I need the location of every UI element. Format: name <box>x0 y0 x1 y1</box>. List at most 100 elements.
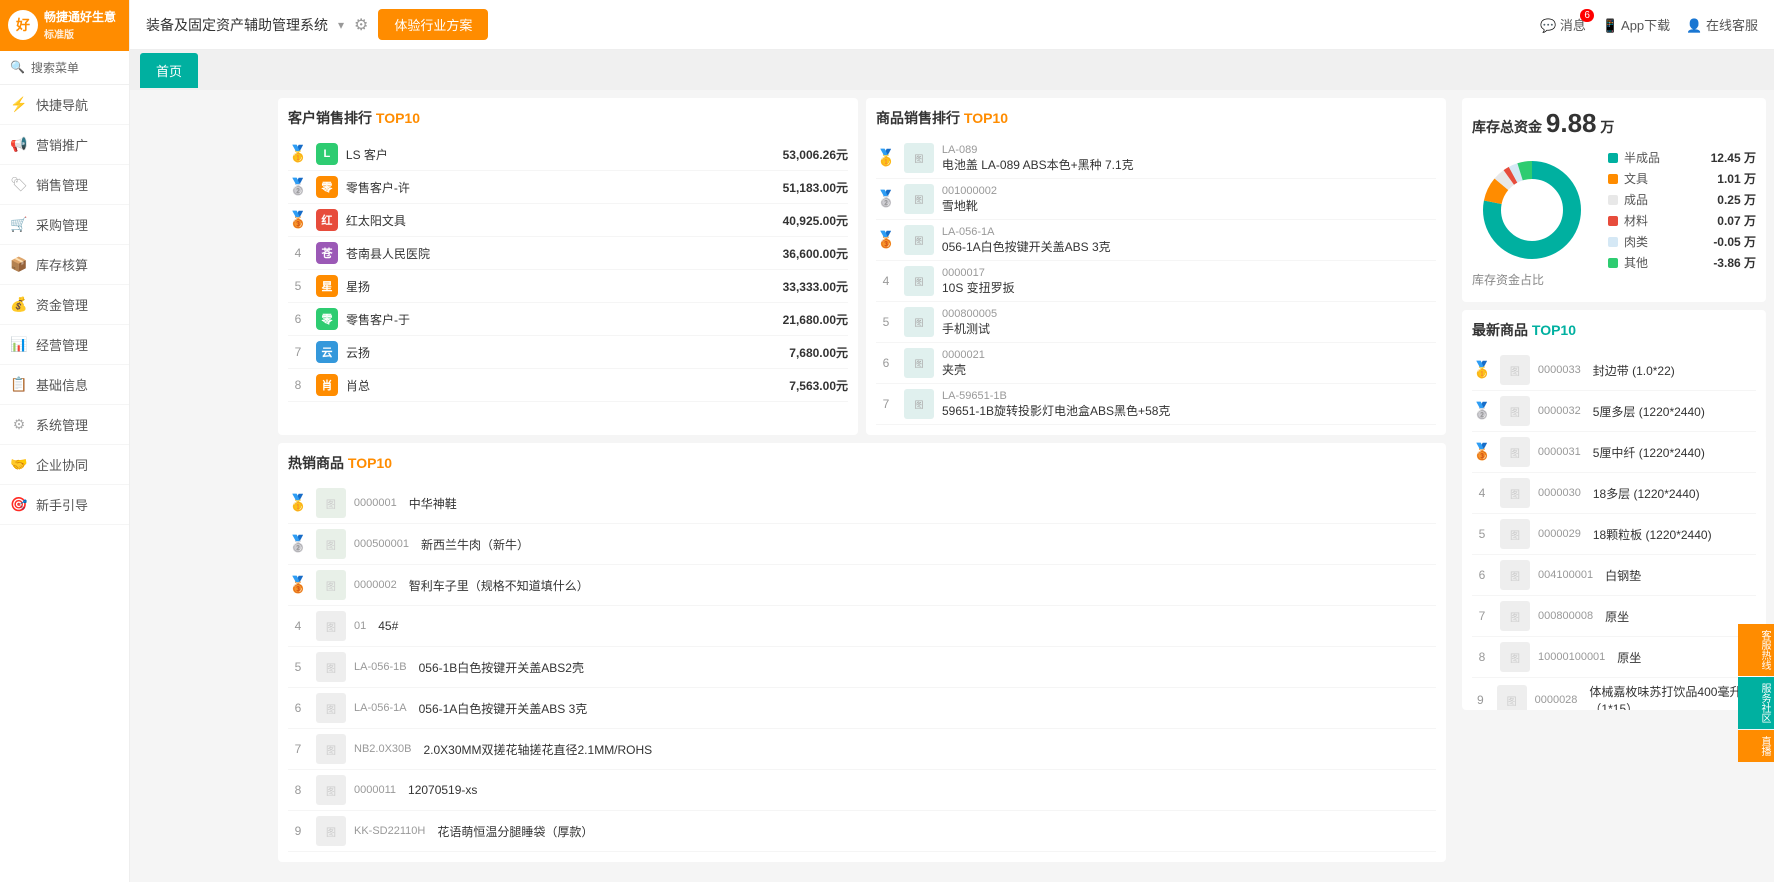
product-name: 5厘多层 (1220*2440) <box>1593 403 1705 420</box>
product-thumbnail: 图 <box>316 693 346 723</box>
customer-name: 肖总 <box>346 377 781 394</box>
sidebar-item-5[interactable]: 📦库存核算 <box>0 245 129 285</box>
trial-button[interactable]: 体验行业方案 <box>378 9 488 40</box>
message-button[interactable]: 💬 消息 6 <box>1540 15 1586 34</box>
rank-number: 5 <box>288 660 308 674</box>
app-download-button[interactable]: 📱 App下载 <box>1602 15 1670 34</box>
rank-number: 7 <box>288 742 308 756</box>
product-code: LA-056-1B <box>354 661 407 673</box>
product-name: 夹壳 <box>942 361 985 378</box>
product-info: 001000002 雪地靴 <box>942 185 997 214</box>
product-name: 白钢垫 <box>1605 567 1641 584</box>
customer-badge: 红 <box>316 209 338 231</box>
nav-label-6: 资金管理 <box>36 295 88 314</box>
product-thumbnail: 图 <box>316 652 346 682</box>
rank-number: 5 <box>1472 527 1492 541</box>
product-code: 0000033 <box>1538 364 1581 376</box>
rank-number: 6 <box>288 701 308 715</box>
sidebar-item-11[interactable]: 🎯新手引导 <box>0 485 129 525</box>
customer-badge: 零 <box>316 308 338 330</box>
rank-number: 6 <box>876 356 896 370</box>
medal-gold-icon: 🥇 <box>288 144 308 164</box>
product-name: 45# <box>378 619 398 633</box>
customer-badge: 零 <box>316 176 338 198</box>
sidebar-search[interactable]: 🔍 搜索菜单 <box>0 51 129 85</box>
nav-label-9: 系统管理 <box>36 415 88 434</box>
sidebar-item-8[interactable]: 📋基础信息 <box>0 365 129 405</box>
product-name: 体械嘉枚味苏打饮品400毫升（1*15） <box>1589 683 1756 710</box>
customer-name: 苍南县人民医院 <box>346 245 775 262</box>
nav-label-4: 采购管理 <box>36 215 88 234</box>
customer-amount: 7,563.00元 <box>789 377 848 394</box>
sidebar-item-10[interactable]: 🤝企业协同 <box>0 445 129 485</box>
nav-icon-11: 🎯 <box>10 495 28 513</box>
inventory-label: 库存资金占比 <box>1472 271 1756 288</box>
product-name: 中华神鞋 <box>409 495 457 512</box>
table-row: 7 云 云扬 7,680.00元 <box>288 336 848 369</box>
list-item: 5 图 0000029 18颗粒板 (1220*2440) <box>1472 514 1756 555</box>
legend-label: 肉类 <box>1624 233 1648 250</box>
customer-badge: 苍 <box>316 242 338 264</box>
product-name: 18颗粒板 (1220*2440) <box>1593 526 1712 543</box>
nav-label-5: 库存核算 <box>36 255 88 274</box>
tab-home[interactable]: 首页 <box>140 53 198 88</box>
legend-value: 0.07 万 <box>1717 212 1756 229</box>
product-thumbnail: 图 <box>316 816 346 846</box>
list-item: 🥇 图 0000001 中华神鞋 <box>288 483 1436 524</box>
legend-item: 文具 1.01 万 <box>1608 170 1756 187</box>
product-code: 000500001 <box>354 538 409 550</box>
legend-dot <box>1608 216 1618 226</box>
product-thumbnail: 图 <box>316 488 346 518</box>
product-name: 056-1A白色按键开关盖ABS 3克 <box>942 238 1111 255</box>
customer-name: 零售客户-许 <box>346 179 775 196</box>
dropdown-arrow[interactable]: ▾ <box>338 18 344 32</box>
list-item: 6 图 LA-056-1A 056-1A白色按键开关盖ABS 3克 <box>288 688 1436 729</box>
float-buttons: 客服热线 服务社区 直播 <box>1738 624 1774 762</box>
customer-amount: 36,600.00元 <box>783 245 848 262</box>
product-info: 0000017 10S 变扭罗扳 <box>942 267 1015 296</box>
legend-dot <box>1608 258 1618 268</box>
app-sub: 标准版 <box>44 26 116 41</box>
product-name: 056-1B白色按键开关盖ABS2壳 <box>419 659 584 676</box>
message-badge: 6 <box>1580 9 1594 22</box>
float-live-button[interactable]: 直播 <box>1738 730 1774 762</box>
sidebar-item-4[interactable]: 🛒采购管理 <box>0 205 129 245</box>
content-area: 客户销售排行 TOP10 🥇 L LS 客户 53,006.26元🥈 零 零售客… <box>130 90 1774 882</box>
online-service-button[interactable]: 👤 在线客服 <box>1686 15 1758 34</box>
sidebar-item-9[interactable]: ⚙系统管理 <box>0 405 129 445</box>
product-sales-table: 🥇 图 LA-089 电池盖 LA-089 ABS本色+黑种 7.1克 🥈 图 … <box>876 138 1436 425</box>
product-name: 原坐 <box>1617 649 1641 666</box>
sidebar-item-7[interactable]: 📊经营管理 <box>0 325 129 365</box>
product-name: 新西兰牛肉（新牛） <box>421 536 529 553</box>
customer-badge: 云 <box>316 341 338 363</box>
product-name: 电池盖 LA-089 ABS本色+黑种 7.1克 <box>942 156 1134 173</box>
product-code: LA-59651-1B <box>942 390 1170 402</box>
left-panel <box>130 90 270 882</box>
sidebar-item-2[interactable]: 📢营销推广 <box>0 125 129 165</box>
nav-label-2: 营销推广 <box>36 135 88 154</box>
medal-icon: 🥉 <box>288 575 308 595</box>
new-products-title: 最新商品 TOP10 <box>1472 320 1756 340</box>
topbar-right: 💬 消息 6 📱 App下载 👤 在线客服 <box>1540 15 1758 34</box>
product-thumbnail: 图 <box>1500 519 1530 549</box>
float-service-button[interactable]: 客服热线 <box>1738 624 1774 676</box>
product-thumbnail: 图 <box>1497 685 1527 710</box>
settings-icon[interactable]: ⚙ <box>354 15 368 35</box>
sidebar-item-1[interactable]: ⚡快捷导航 <box>0 85 129 125</box>
product-thumbnail: 图 <box>316 570 346 600</box>
product-code: 01 <box>354 620 366 632</box>
list-item: 4 图 01 45# <box>288 606 1436 647</box>
legend-value: -3.86 万 <box>1713 254 1756 271</box>
product-code: 0000029 <box>1538 528 1581 540</box>
customer-amount: 33,333.00元 <box>783 278 848 295</box>
rank-number: 5 <box>876 315 896 329</box>
customer-name: 红太阳文具 <box>346 212 775 229</box>
product-code: LA-089 <box>942 144 1134 156</box>
sidebar-item-3[interactable]: 🏷销售管理 <box>0 165 129 205</box>
hot-products-title: 热销商品 TOP10 <box>288 453 1436 473</box>
sidebar-item-6[interactable]: 💰资金管理 <box>0 285 129 325</box>
product-code: NB2.0X30B <box>354 743 411 755</box>
product-info: 000800005 手机测试 <box>942 308 997 337</box>
float-community-button[interactable]: 服务社区 <box>1738 677 1774 729</box>
hot-products-table: 🥇 图 0000001 中华神鞋🥈 图 000500001 新西兰牛肉（新牛）🥉… <box>288 483 1436 852</box>
